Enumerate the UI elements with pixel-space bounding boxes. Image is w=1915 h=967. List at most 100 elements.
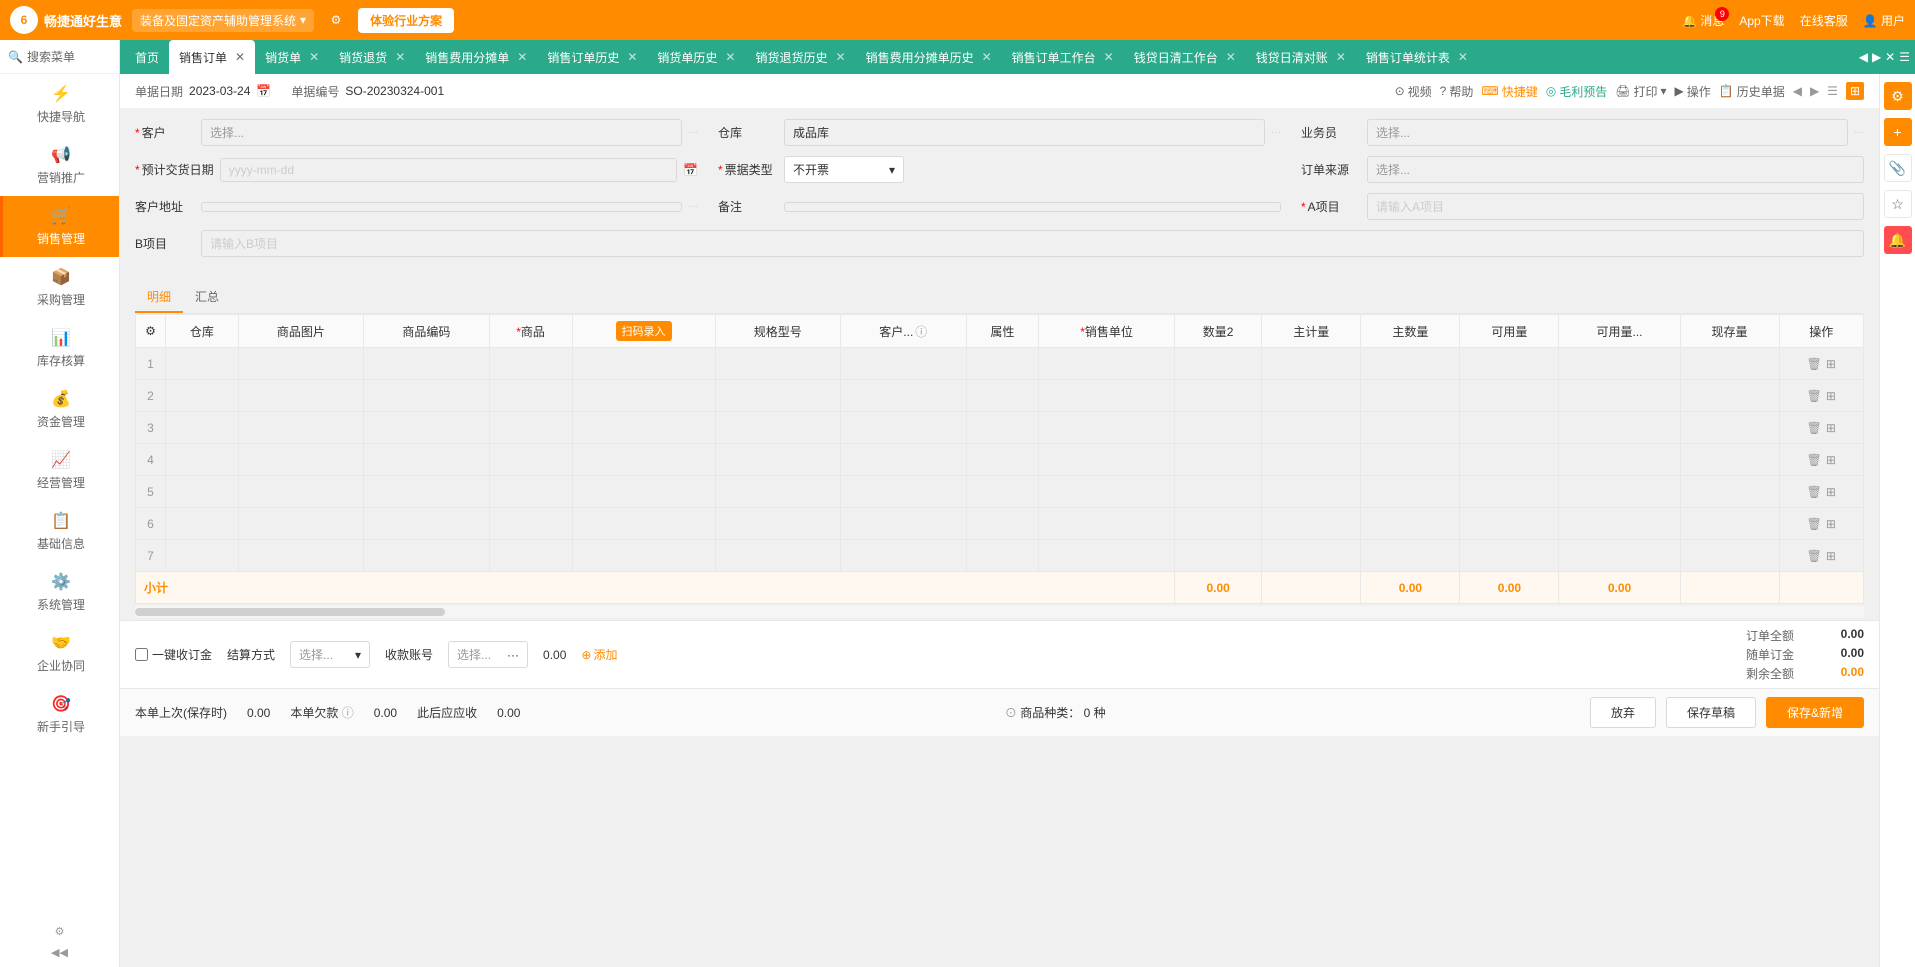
cell-scan-2[interactable] (572, 380, 715, 412)
tab-home[interactable]: 首页 (125, 40, 169, 74)
user-avatar[interactable]: 👤 用户 (1863, 12, 1905, 29)
delete-icon[interactable]: 🗑 (1807, 517, 1822, 531)
date-value[interactable]: 2023-03-24 (189, 84, 250, 98)
cell-available2-1[interactable] (1559, 348, 1680, 380)
delete-icon[interactable]: 🗑 (1807, 421, 1822, 435)
print-action[interactable]: 🖨 打印 ▾ (1615, 83, 1666, 100)
cell-main-unit-6[interactable] (1262, 508, 1361, 540)
cell-scan-5[interactable] (572, 476, 715, 508)
cell-spec-5[interactable] (715, 476, 840, 508)
cell-spec-6[interactable] (715, 508, 840, 540)
add-button[interactable]: ⊕ 添加 (581, 646, 617, 663)
cell-available-3[interactable] (1460, 412, 1559, 444)
sidebar-settings[interactable]: ⚙ (8, 925, 111, 938)
cell-available2-4[interactable] (1559, 444, 1680, 476)
cell-product-4[interactable] (489, 444, 572, 476)
cell-available2-2[interactable] (1559, 380, 1680, 412)
cell-sku-code-6[interactable] (364, 508, 489, 540)
notification[interactable]: 🔔 消息 9 (1682, 12, 1724, 29)
order-source-input[interactable]: 选择... (1367, 156, 1864, 183)
cell-main-unit-2[interactable] (1262, 380, 1361, 412)
cell-unit-3[interactable] (1039, 412, 1175, 444)
tab-sales-fee-history[interactable]: 销售费用分摊单历史 ✕ (856, 40, 1002, 74)
right-panel-attach-btn[interactable]: 📎 (1884, 154, 1912, 182)
one-key-order-checkbox[interactable] (135, 648, 148, 661)
cell-product-7[interactable] (489, 540, 572, 572)
cell-unit-2[interactable] (1039, 380, 1175, 412)
sidebar-item-guide[interactable]: 🎯 新手引导 (0, 684, 119, 745)
cell-customer-sku-1[interactable] (841, 348, 967, 380)
cell-customer-sku-7[interactable] (841, 540, 967, 572)
horizontal-scrollbar[interactable] (135, 606, 1864, 618)
cell-stock-2[interactable] (1680, 380, 1779, 412)
delete-icon[interactable]: 🗑 (1807, 357, 1822, 371)
scan-button[interactable]: 扫码录入 (616, 321, 672, 341)
cell-stock-6[interactable] (1680, 508, 1779, 540)
cell-warehouse-3[interactable] (166, 412, 239, 444)
copy-icon[interactable]: ⊞ (1826, 549, 1836, 563)
cell-product-5[interactable] (489, 476, 572, 508)
delete-icon[interactable]: 🗑 (1807, 453, 1822, 467)
remark-input[interactable] (784, 202, 1281, 212)
delete-icon[interactable]: 🗑 (1807, 389, 1822, 403)
tab-next-icon[interactable]: ▶ (1872, 50, 1881, 64)
tab-close-icon[interactable]: ✕ (1226, 50, 1236, 64)
cell-sku-code-2[interactable] (364, 380, 489, 412)
operation-action[interactable]: ▶ 操作 (1674, 83, 1710, 100)
shortcut-action[interactable]: ⌨ 快捷键 (1481, 83, 1537, 100)
cell-customer-sku-2[interactable] (841, 380, 967, 412)
tab-close-icon[interactable]: ✕ (1458, 50, 1468, 64)
cell-unit-7[interactable] (1039, 540, 1175, 572)
tab-sales-refund-history[interactable]: 销货退货历史 ✕ (745, 40, 855, 74)
right-panel-add-btn[interactable]: + (1884, 118, 1912, 146)
cell-customer-sku-3[interactable] (841, 412, 967, 444)
cell-unit-6[interactable] (1039, 508, 1175, 540)
cell-main-unit-5[interactable] (1262, 476, 1361, 508)
tab-sales-refund[interactable]: 销货退货 ✕ (329, 40, 415, 74)
sidebar-item-basic[interactable]: 📋 基础信息 (0, 501, 119, 562)
delivery-calendar-icon[interactable]: 📅 (683, 163, 698, 177)
th-scan[interactable]: 扫码录入 (572, 315, 715, 348)
cell-main-qty-7[interactable] (1361, 540, 1460, 572)
cell-warehouse-6[interactable] (166, 508, 239, 540)
cell-unit-5[interactable] (1039, 476, 1175, 508)
view-action[interactable]: ⊙ 视频 (1395, 83, 1432, 100)
invoice-type-select[interactable]: 不开票 ▾ (784, 156, 904, 183)
cell-sku-code-4[interactable] (364, 444, 489, 476)
cell-available-4[interactable] (1460, 444, 1559, 476)
tab-summary[interactable]: 汇总 (183, 282, 231, 313)
cell-main-unit-1[interactable] (1262, 348, 1361, 380)
cell-unit-1[interactable] (1039, 348, 1175, 380)
cell-image-7[interactable] (238, 540, 363, 572)
delete-icon[interactable]: 🗑 (1807, 485, 1822, 499)
cell-attribute-1[interactable] (966, 348, 1039, 380)
cell-main-unit-7[interactable] (1262, 540, 1361, 572)
tab-close-icon[interactable]: ✕ (235, 50, 245, 64)
cell-qty2-5[interactable] (1174, 476, 1261, 508)
cell-qty2-1[interactable] (1174, 348, 1261, 380)
cell-main-qty-3[interactable] (1361, 412, 1460, 444)
sidebar-item-marketing[interactable]: 📢 营销推广 (0, 135, 119, 196)
sidebar-item-sales[interactable]: 🛒 销售管理 (0, 196, 119, 257)
sidebar-item-enterprise[interactable]: 🤝 企业协同 (0, 623, 119, 684)
cell-available2-7[interactable] (1559, 540, 1680, 572)
cell-qty2-3[interactable] (1174, 412, 1261, 444)
tab-close-icon[interactable]: ✕ (395, 50, 405, 64)
cell-qty2-7[interactable] (1174, 540, 1261, 572)
tab-close-icon[interactable]: ✕ (517, 50, 527, 64)
right-panel-alert-btn[interactable]: 🔔 (1884, 226, 1912, 254)
cell-spec-7[interactable] (715, 540, 840, 572)
list-view-icon[interactable]: ☰ (1827, 84, 1838, 98)
cell-scan-4[interactable] (572, 444, 715, 476)
cell-product-2[interactable] (489, 380, 572, 412)
grid-view-icon[interactable]: ⊞ (1846, 82, 1864, 100)
cell-qty2-6[interactable] (1174, 508, 1261, 540)
tab-sales-order-history[interactable]: 销售订单历史 ✕ (537, 40, 647, 74)
cell-warehouse-4[interactable] (166, 444, 239, 476)
cell-image-4[interactable] (238, 444, 363, 476)
th-gear[interactable]: ⚙ (136, 315, 166, 348)
tab-sales-fee-split[interactable]: 销售费用分摊单 ✕ (415, 40, 537, 74)
warehouse-input[interactable]: 成品库 (784, 119, 1265, 146)
cell-stock-5[interactable] (1680, 476, 1779, 508)
sidebar-item-quick-nav[interactable]: ⚡ 快捷导航 (0, 74, 119, 135)
